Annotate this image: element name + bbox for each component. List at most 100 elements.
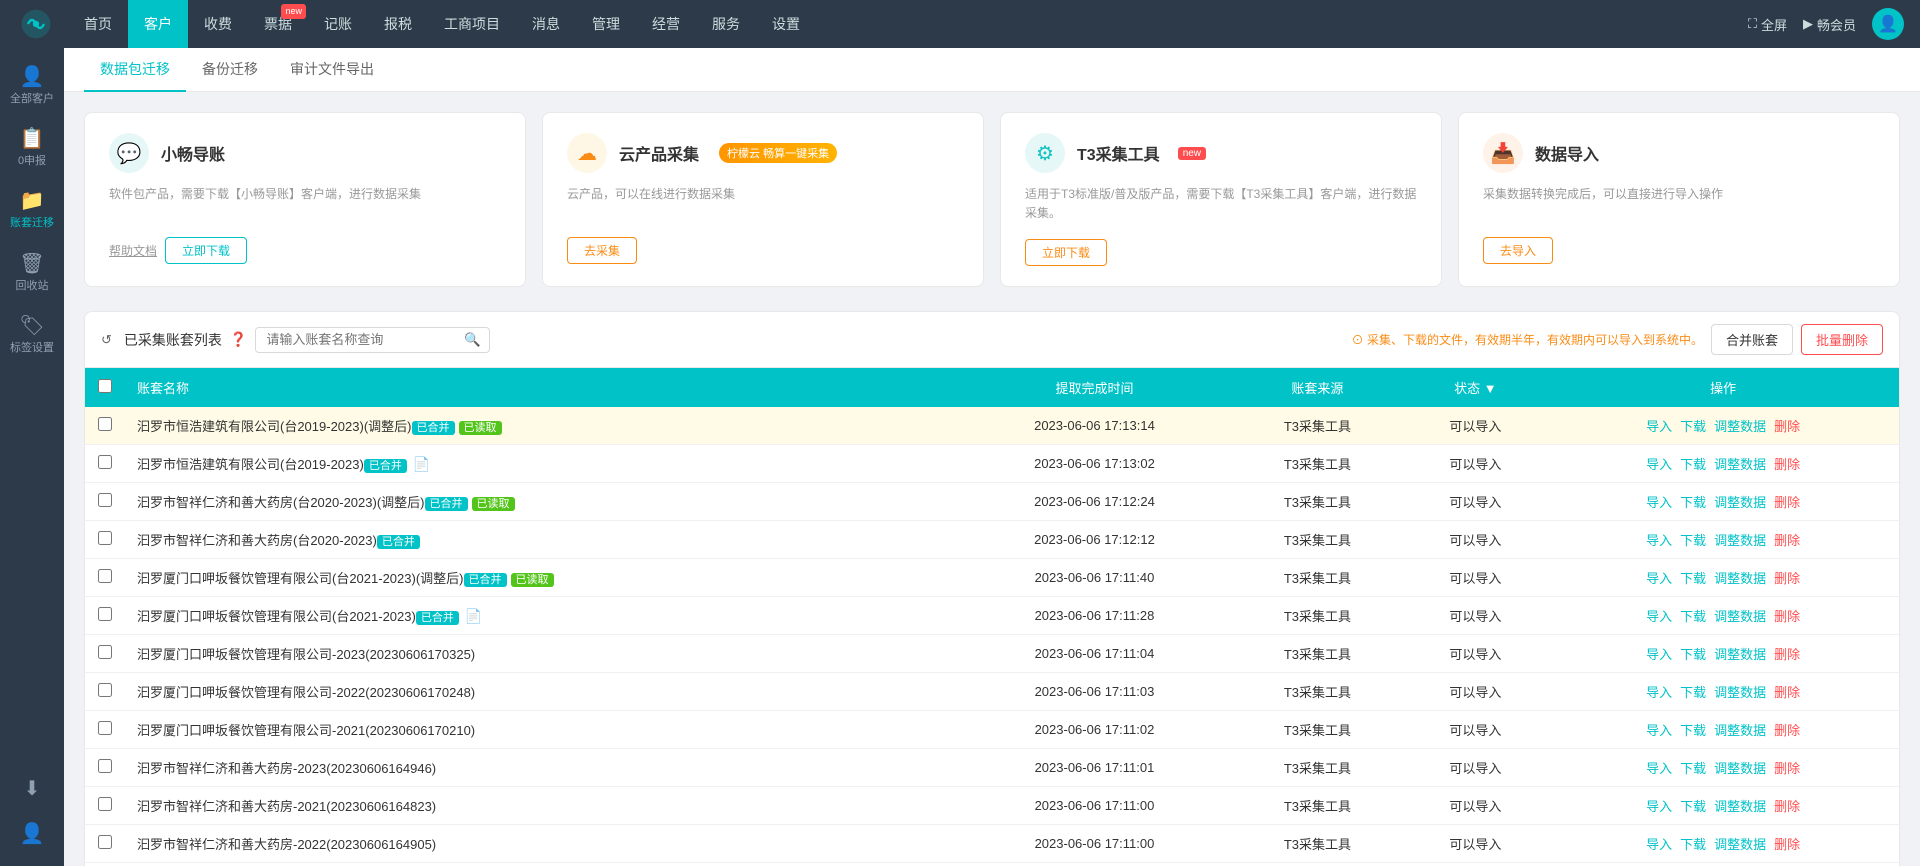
refresh-icon[interactable]: ↺ [101,332,112,348]
sidebar-item-migrate[interactable]: 📁 账套迁移 [4,180,60,238]
adjust-action[interactable]: 调整数据 [1710,457,1770,472]
adjust-action[interactable]: 调整数据 [1710,533,1770,548]
xiaochang-help-link[interactable]: 帮助文档 [109,242,157,259]
download-action[interactable]: 下载 [1676,837,1710,852]
row-checkbox[interactable] [98,645,112,659]
download-action[interactable]: 下载 [1676,419,1710,434]
row-checkbox[interactable] [98,417,112,431]
sidebar-item-all-customers[interactable]: 👤 全部客户 [4,56,60,114]
nav-item-manage[interactable]: 管理 [576,0,636,48]
adjust-action[interactable]: 调整数据 [1710,837,1770,852]
download-action[interactable]: 下载 [1676,609,1710,624]
adjust-action[interactable]: 调整数据 [1710,723,1770,738]
row-checkbox[interactable] [98,493,112,507]
card-import: 📥 数据导入 采集数据转换完成后，可以直接进行导入操作 去导入 [1458,112,1900,287]
search-input[interactable] [256,328,456,351]
import-action[interactable]: 导入 [1642,799,1676,814]
select-all-checkbox[interactable] [98,379,112,393]
delete-action[interactable]: 删除 [1770,647,1804,662]
adjust-action[interactable]: 调整数据 [1710,685,1770,700]
avatar[interactable]: 👤 [1872,8,1904,40]
import-action[interactable]: 导入 [1642,837,1676,852]
nav-item-tax[interactable]: 报税 [368,0,428,48]
help-icon[interactable]: ❓ [230,331,247,348]
import-action[interactable]: 导入 [1642,419,1676,434]
sidebar-item-download[interactable]: ⬇ [4,768,60,809]
import-action[interactable]: 导入 [1642,609,1676,624]
delete-action[interactable]: 删除 [1770,685,1804,700]
row-checkbox[interactable] [98,455,112,469]
search-btn[interactable]: 🔍 [456,328,489,352]
adjust-action[interactable]: 调整数据 [1710,495,1770,510]
nav-item-operation[interactable]: 经营 [636,0,696,48]
row-checkbox[interactable] [98,759,112,773]
nav-item-business[interactable]: 工商项目 [428,0,516,48]
nav-item-settings[interactable]: 设置 [756,0,816,48]
adjust-action[interactable]: 调整数据 [1710,647,1770,662]
fullscreen-btn[interactable]: ⛶ 全屏 [1748,15,1787,34]
delete-action[interactable]: 删除 [1770,799,1804,814]
download-action[interactable]: 下载 [1676,495,1710,510]
batch-delete-btn[interactable]: 批量删除 [1801,324,1883,355]
row-checkbox[interactable] [98,797,112,811]
nav-item-fee[interactable]: 收费 [188,0,248,48]
adjust-action[interactable]: 调整数据 [1710,609,1770,624]
sidebar-item-user[interactable]: 👤 [4,813,60,854]
download-action[interactable]: 下载 [1676,685,1710,700]
import-action[interactable]: 导入 [1642,533,1676,548]
member-btn[interactable]: ▶ 畅会员 [1803,15,1856,34]
adjust-action[interactable]: 调整数据 [1710,571,1770,586]
delete-action[interactable]: 删除 [1770,723,1804,738]
import-action[interactable]: 导入 [1642,761,1676,776]
import-action[interactable]: 导入 [1642,457,1676,472]
import-action[interactable]: 导入 [1642,495,1676,510]
file-icon[interactable]: 📄 [413,456,430,472]
download-action[interactable]: 下载 [1676,761,1710,776]
row-checkbox[interactable] [98,835,112,849]
import-action[interactable]: 导入 [1642,571,1676,586]
nav-item-message[interactable]: 消息 [516,0,576,48]
delete-action[interactable]: 删除 [1770,761,1804,776]
delete-action[interactable]: 删除 [1770,457,1804,472]
adjust-action[interactable]: 调整数据 [1710,761,1770,776]
sidebar-item-recycle[interactable]: 🗑 回收站 [4,243,60,301]
row-checkbox[interactable] [98,721,112,735]
tab-backup-migration[interactable]: 备份迁移 [186,48,274,92]
sidebar-item-tags[interactable]: 🏷 标签设置 [4,305,60,363]
nav-item-home[interactable]: 首页 [68,0,128,48]
t3-download-btn[interactable]: 立即下载 [1025,239,1107,266]
download-action[interactable]: 下载 [1676,457,1710,472]
delete-action[interactable]: 删除 [1770,533,1804,548]
import-action[interactable]: 导入 [1642,685,1676,700]
delete-action[interactable]: 删除 [1770,419,1804,434]
import-action[interactable]: 导入 [1642,723,1676,738]
adjust-action[interactable]: 调整数据 [1710,799,1770,814]
delete-action[interactable]: 删除 [1770,837,1804,852]
download-action[interactable]: 下载 [1676,799,1710,814]
nav-item-service[interactable]: 服务 [696,0,756,48]
row-checkbox[interactable] [98,683,112,697]
nav-item-invoice[interactable]: 票据new [248,0,308,48]
download-action[interactable]: 下载 [1676,723,1710,738]
row-checkbox[interactable] [98,569,112,583]
merge-accounts-btn[interactable]: 合并账套 [1711,324,1793,355]
sidebar-item-zero-declare[interactable]: 📋 0申报 [4,118,60,176]
xiaochang-download-btn[interactable]: 立即下载 [165,237,247,264]
import-go-btn[interactable]: 去导入 [1483,237,1553,264]
tab-audit-export[interactable]: 审计文件导出 [274,48,390,92]
delete-action[interactable]: 删除 [1770,609,1804,624]
row-checkbox[interactable] [98,531,112,545]
tab-data-migration[interactable]: 数据包迁移 [84,48,186,92]
cloud-collect-btn[interactable]: 去采集 [567,237,637,264]
delete-action[interactable]: 删除 [1770,495,1804,510]
download-action[interactable]: 下载 [1676,533,1710,548]
file-icon[interactable]: 📄 [465,608,482,624]
nav-item-customer[interactable]: 客户 [128,0,188,48]
row-checkbox[interactable] [98,607,112,621]
download-action[interactable]: 下载 [1676,647,1710,662]
delete-action[interactable]: 删除 [1770,571,1804,586]
import-action[interactable]: 导入 [1642,647,1676,662]
adjust-action[interactable]: 调整数据 [1710,419,1770,434]
download-action[interactable]: 下载 [1676,571,1710,586]
nav-item-bookkeeping[interactable]: 记账 [308,0,368,48]
